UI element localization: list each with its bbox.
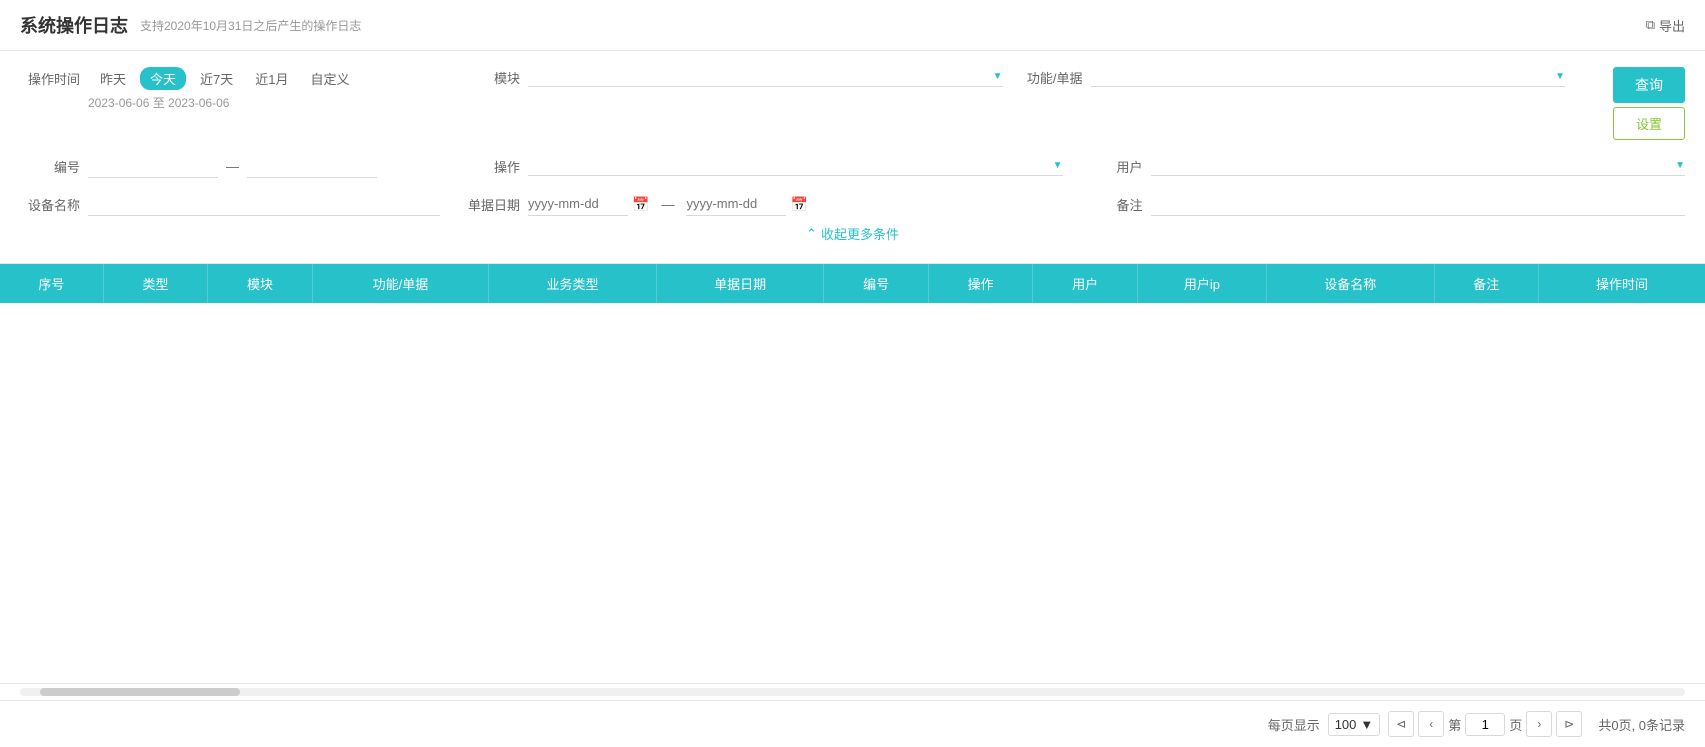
scrollbar-track bbox=[20, 688, 1685, 696]
next-page-button[interactable]: › bbox=[1526, 711, 1552, 737]
num-filter-col: 编号 — bbox=[20, 154, 440, 178]
last1m-btn[interactable]: 近1月 bbox=[247, 67, 296, 90]
user-select[interactable]: ▼ bbox=[1151, 156, 1686, 176]
device-input[interactable] bbox=[88, 192, 440, 216]
filter-row-1: 操作时间 昨天 今天 近7天 近1月 自定义 2023-06-06 至 2023… bbox=[20, 67, 1685, 140]
calendar-end-icon[interactable]: 📅 bbox=[790, 196, 807, 213]
per-page-value: 100 bbox=[1335, 717, 1357, 732]
filter-actions: 查询 设置 bbox=[1565, 67, 1685, 140]
page-label: 第 bbox=[1448, 715, 1461, 734]
op-filter-col: 操作 ▼ bbox=[440, 156, 1063, 176]
pagination-nav: ⊲ ‹ 第 页 › ⊳ bbox=[1388, 711, 1582, 737]
scrollbar-area bbox=[0, 683, 1705, 700]
num-input-end[interactable] bbox=[247, 154, 377, 178]
op-label: 操作 bbox=[460, 157, 520, 176]
func-chevron-icon: ▼ bbox=[1555, 71, 1565, 82]
user-label: 用户 bbox=[1083, 157, 1143, 176]
last7-btn[interactable]: 近7天 bbox=[192, 67, 241, 90]
empty-area bbox=[0, 303, 1705, 683]
col-device: 设备名称 bbox=[1266, 264, 1434, 303]
module-label: 模块 bbox=[460, 68, 520, 87]
date-range-text: 2023-06-06 至 2023-06-06 bbox=[88, 96, 229, 110]
settings-button[interactable]: 设置 bbox=[1613, 107, 1685, 140]
user-chevron-icon: ▼ bbox=[1675, 160, 1685, 171]
num-label: 编号 bbox=[20, 157, 80, 176]
collapse-label: 收起更多条件 bbox=[821, 224, 899, 243]
per-page-label: 每页显示 bbox=[1268, 715, 1320, 734]
header-actions: ⧉ 导出 bbox=[1646, 16, 1685, 35]
prev-page-button[interactable]: ‹ bbox=[1418, 711, 1444, 737]
calendar-start-icon[interactable]: 📅 bbox=[632, 196, 649, 213]
func-filter-col: 功能/单据 ▼ bbox=[1003, 67, 1566, 87]
page-title: 系统操作日志 bbox=[20, 12, 128, 38]
col-num: 编号 bbox=[824, 264, 928, 303]
pagination-area: 每页显示 100 ▼ ⊲ ‹ 第 页 › ⊳ 共0页, 0条记录 bbox=[0, 700, 1705, 747]
page-input[interactable] bbox=[1465, 713, 1505, 736]
collapse-icon: ⌃ bbox=[806, 226, 817, 242]
export-label: 导出 bbox=[1659, 16, 1685, 35]
scrollbar-thumb[interactable] bbox=[40, 688, 240, 696]
op-chevron-icon: ▼ bbox=[1053, 160, 1063, 171]
col-user: 用户 bbox=[1033, 264, 1137, 303]
op-select[interactable]: ▼ bbox=[528, 156, 1063, 176]
func-label: 功能/单据 bbox=[1023, 68, 1083, 87]
docdate-label: 单据日期 bbox=[460, 195, 520, 214]
page-header: 系统操作日志 支持2020年10月31日之后产生的操作日志 ⧉ 导出 bbox=[0, 0, 1705, 51]
collapse-button[interactable]: ⌃ 收起更多条件 bbox=[806, 224, 899, 243]
module-chevron-icon: ▼ bbox=[993, 71, 1003, 82]
col-docdate: 单据日期 bbox=[656, 264, 824, 303]
collapse-row: ⌃ 收起更多条件 bbox=[20, 216, 1685, 247]
today-btn[interactable]: 今天 bbox=[140, 67, 186, 90]
time-label: 操作时间 bbox=[20, 69, 80, 88]
func-select[interactable]: ▼ bbox=[1091, 67, 1566, 87]
device-filter-col: 设备名称 bbox=[20, 192, 440, 216]
table-container: 序号 类型 模块 功能/单据 业务类型 单据日期 编号 操作 用户 用户ip 设… bbox=[0, 264, 1705, 683]
col-seqno: 序号 bbox=[0, 264, 103, 303]
col-userip: 用户ip bbox=[1137, 264, 1266, 303]
num-dash: — bbox=[226, 159, 239, 174]
remark-label: 备注 bbox=[1083, 195, 1143, 214]
docdate-filter-col: 单据日期 📅 — 📅 bbox=[440, 192, 1063, 216]
remark-filter-col: 备注 bbox=[1063, 192, 1686, 216]
filter-row-3: 设备名称 单据日期 📅 — 📅 备注 bbox=[20, 192, 1685, 216]
col-remark: 备注 bbox=[1434, 264, 1538, 303]
col-biztype: 业务类型 bbox=[489, 264, 657, 303]
export-button[interactable]: ⧉ 导出 bbox=[1646, 16, 1685, 35]
docdate-inputs: 📅 — 📅 bbox=[528, 192, 1063, 216]
total-info: 共0页, 0条记录 bbox=[1598, 715, 1685, 734]
col-module: 模块 bbox=[208, 264, 312, 303]
time-filter-group: 昨天 今天 近7天 近1月 自定义 bbox=[92, 67, 358, 90]
table-header: 序号 类型 模块 功能/单据 业务类型 单据日期 编号 操作 用户 用户ip 设… bbox=[0, 264, 1705, 303]
num-input-start[interactable] bbox=[88, 154, 218, 178]
yesterday-btn[interactable]: 昨天 bbox=[92, 67, 134, 90]
page-container: 系统操作日志 支持2020年10月31日之后产生的操作日志 ⧉ 导出 操作时间 … bbox=[0, 0, 1705, 747]
time-filter-col: 操作时间 昨天 今天 近7天 近1月 自定义 2023-06-06 至 2023… bbox=[20, 67, 440, 111]
data-table: 序号 类型 模块 功能/单据 业务类型 单据日期 编号 操作 用户 用户ip 设… bbox=[0, 264, 1705, 303]
docdate-dash: — bbox=[661, 197, 674, 212]
table-header-row: 序号 类型 模块 功能/单据 业务类型 单据日期 编号 操作 用户 用户ip 设… bbox=[0, 264, 1705, 303]
module-filter-col: 模块 ▼ bbox=[440, 67, 1003, 87]
first-page-button[interactable]: ⊲ bbox=[1388, 711, 1414, 737]
module-select[interactable]: ▼ bbox=[528, 67, 1003, 87]
filter-row-2: 编号 — 操作 ▼ 用户 ▼ bbox=[20, 154, 1685, 178]
remark-input[interactable] bbox=[1151, 192, 1686, 216]
device-label: 设备名称 bbox=[20, 195, 80, 214]
per-page-arrow: ▼ bbox=[1360, 717, 1373, 732]
last-page-button[interactable]: ⊳ bbox=[1556, 711, 1582, 737]
col-func: 功能/单据 bbox=[312, 264, 488, 303]
page-unit: 页 bbox=[1509, 715, 1522, 734]
col-type: 类型 bbox=[103, 264, 207, 303]
user-filter-col: 用户 ▼ bbox=[1063, 156, 1686, 176]
custom-btn[interactable]: 自定义 bbox=[303, 67, 358, 90]
per-page-select[interactable]: 100 ▼ bbox=[1328, 713, 1381, 736]
query-button[interactable]: 查询 bbox=[1613, 67, 1685, 103]
col-op: 操作 bbox=[928, 264, 1032, 303]
filter-area: 操作时间 昨天 今天 近7天 近1月 自定义 2023-06-06 至 2023… bbox=[0, 51, 1705, 264]
docdate-start-input[interactable] bbox=[528, 192, 628, 216]
col-optime: 操作时间 bbox=[1539, 264, 1705, 303]
docdate-end-input[interactable] bbox=[686, 192, 786, 216]
export-icon: ⧉ bbox=[1646, 17, 1655, 33]
page-subtitle: 支持2020年10月31日之后产生的操作日志 bbox=[140, 17, 361, 34]
